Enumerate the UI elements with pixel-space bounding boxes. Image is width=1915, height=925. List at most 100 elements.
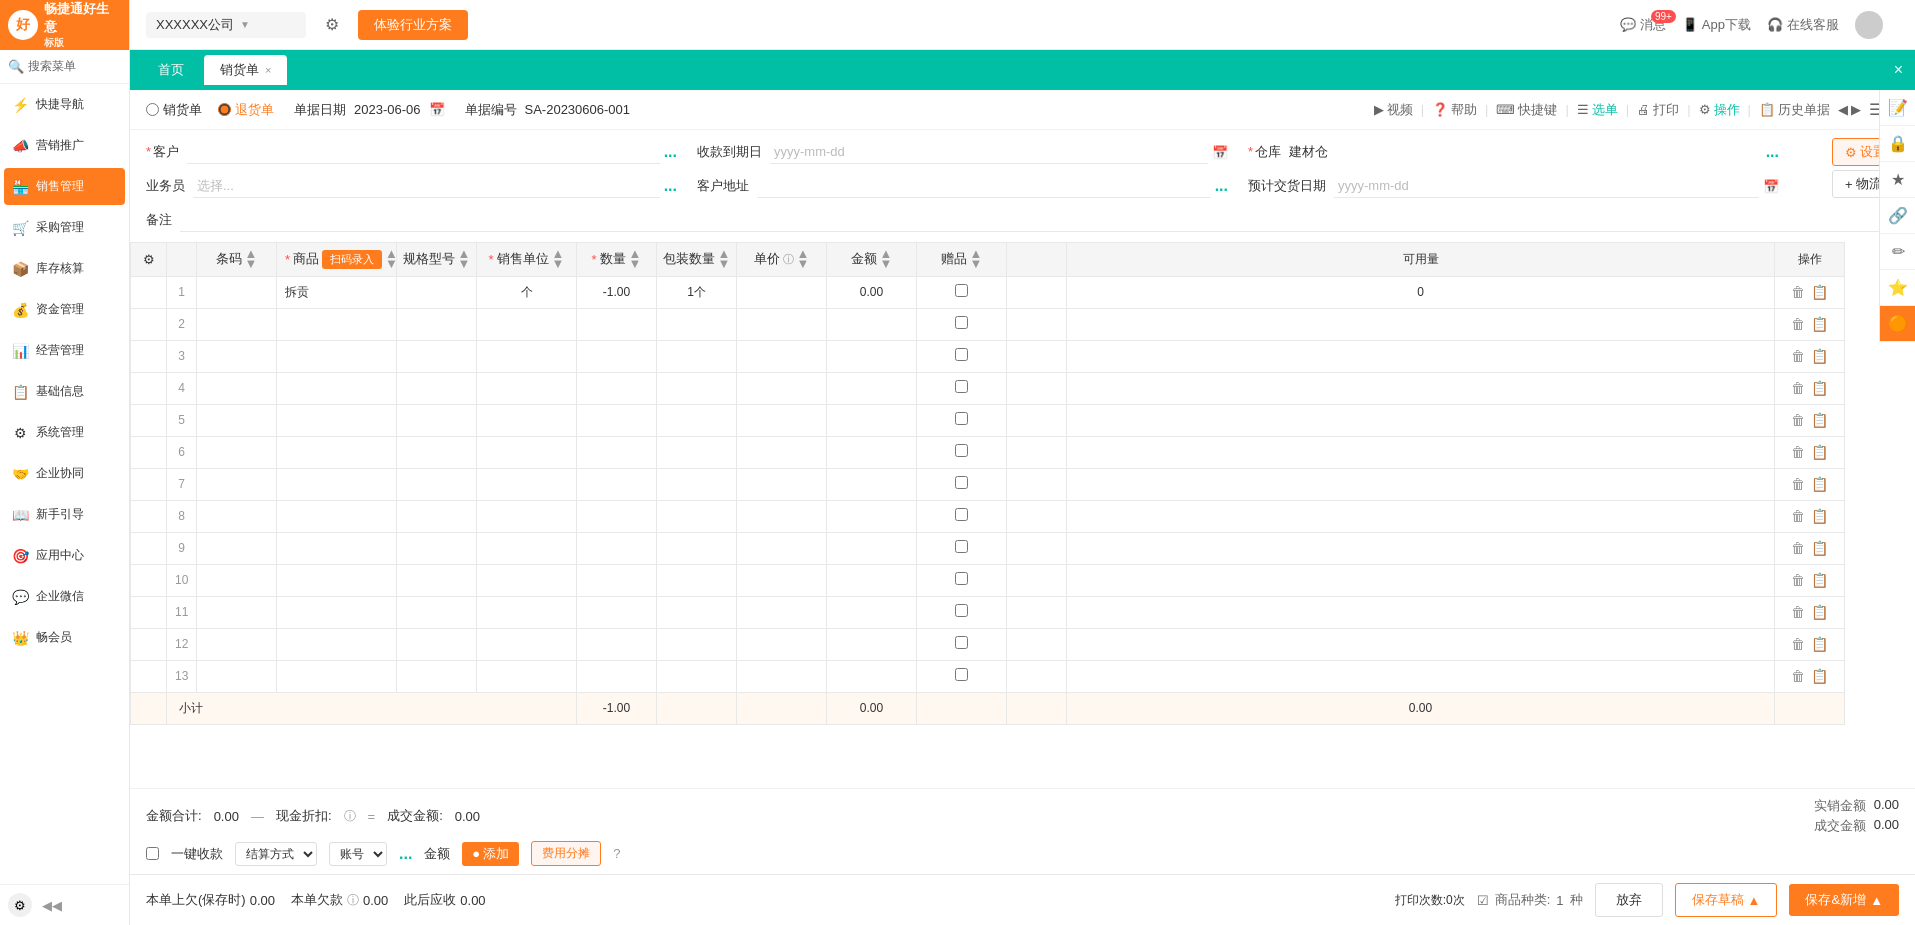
delete-row-btn-10[interactable]: 🗑 xyxy=(1791,572,1805,588)
right-panel-note-btn[interactable]: 📝 xyxy=(1880,90,1915,126)
shortcut-btn[interactable]: ⌨ 快捷键 xyxy=(1496,101,1557,119)
gift-checkbox-2[interactable] xyxy=(955,316,968,329)
save-new-btn[interactable]: 保存&新增 ▲ xyxy=(1789,884,1899,916)
gift-checkbox-3[interactable] xyxy=(955,348,968,361)
history-order-btn[interactable]: 📋 历史单据 xyxy=(1759,101,1830,119)
gift-checkbox-6[interactable] xyxy=(955,444,968,457)
date-picker-icon[interactable]: 📅 xyxy=(429,102,445,117)
gift-checkbox-5[interactable] xyxy=(955,412,968,425)
sidebar-item-sales[interactable]: 🏪 销售管理 xyxy=(4,168,125,205)
radio-sales-order[interactable]: 销货单 xyxy=(146,101,202,119)
copy-row-btn-3[interactable]: 📋 xyxy=(1811,348,1828,364)
copy-row-btn-5[interactable]: 📋 xyxy=(1811,412,1828,428)
th-qty[interactable]: * 数量 ▲▼ xyxy=(577,243,657,277)
sidebar-item-basic-info[interactable]: 📋 基础信息 xyxy=(4,373,125,410)
th-unit[interactable]: * 销售单位 ▲▼ xyxy=(477,243,577,277)
delete-row-btn-5[interactable]: 🗑 xyxy=(1791,412,1805,428)
delete-row-btn-13[interactable]: 🗑 xyxy=(1791,668,1805,684)
gift-checkbox-12[interactable] xyxy=(955,636,968,649)
sidebar-item-marketing[interactable]: 📣 营销推广 xyxy=(4,127,125,164)
right-panel-star-btn[interactable]: ⭐ xyxy=(1880,270,1915,306)
copy-row-btn-11[interactable]: 📋 xyxy=(1811,604,1828,620)
sidebar-item-wechat[interactable]: 💬 企业微信 xyxy=(4,578,125,615)
app-download-btn[interactable]: 📱 App下载 xyxy=(1682,16,1751,34)
warehouse-dots-btn[interactable]: ... xyxy=(1766,143,1779,161)
col-settings-icon[interactable]: ⚙ xyxy=(143,252,155,267)
right-panel-orange-btn[interactable]: 🟠 xyxy=(1880,306,1915,342)
message-btn[interactable]: 💬 消息 99+ xyxy=(1620,16,1666,34)
radio-return-order[interactable]: 退货单 xyxy=(218,101,274,119)
account-dots-btn[interactable]: ... xyxy=(399,845,412,863)
copy-row-btn-7[interactable]: 📋 xyxy=(1811,476,1828,492)
right-panel-link-btn[interactable]: 🔗 xyxy=(1880,198,1915,234)
copy-row-btn-13[interactable]: 📋 xyxy=(1811,668,1828,684)
print-btn[interactable]: 🖨 打印 xyxy=(1637,101,1679,119)
copy-row-btn-8[interactable]: 📋 xyxy=(1811,508,1828,524)
delete-row-btn-2[interactable]: 🗑 xyxy=(1791,316,1805,332)
right-panel-edit-btn[interactable]: ✏ xyxy=(1880,234,1915,270)
tab-sales-order[interactable]: 销货单 × xyxy=(204,55,287,85)
help-btn[interactable]: ❓ 帮助 xyxy=(1432,101,1477,119)
sidebar-item-inventory[interactable]: 📦 库存核算 xyxy=(4,250,125,287)
gift-checkbox-1[interactable] xyxy=(955,284,968,297)
sidebar-item-operations[interactable]: 📊 经营管理 xyxy=(4,332,125,369)
th-amount[interactable]: 金额 ▲▼ xyxy=(827,243,917,277)
th-price[interactable]: 单价 ⓘ ▲▼ xyxy=(737,243,827,277)
footer-help-icon[interactable]: ? xyxy=(613,846,620,861)
customer-input[interactable] xyxy=(187,140,660,164)
delete-row-btn-8[interactable]: 🗑 xyxy=(1791,508,1805,524)
gift-checkbox-8[interactable] xyxy=(955,508,968,521)
copy-row-btn-1[interactable]: 📋 xyxy=(1811,284,1828,300)
settle-method-select[interactable]: 结算方式 xyxy=(235,842,317,866)
sidebar-item-finance[interactable]: 💰 资金管理 xyxy=(4,291,125,328)
gift-checkbox-4[interactable] xyxy=(955,380,968,393)
copy-row-btn-4[interactable]: 📋 xyxy=(1811,380,1828,396)
expected-date-calendar-icon[interactable]: 📅 xyxy=(1763,179,1779,194)
expected-date-input[interactable] xyxy=(1334,174,1759,198)
expense-split-btn[interactable]: 费用分摊 xyxy=(531,841,601,866)
salesman-input[interactable] xyxy=(193,174,660,198)
delete-row-btn-3[interactable]: 🗑 xyxy=(1791,348,1805,364)
experience-btn[interactable]: 体验行业方案 xyxy=(358,10,468,40)
sidebar-item-system[interactable]: ⚙ 系统管理 xyxy=(4,414,125,451)
one-click-collect-checkbox[interactable] xyxy=(146,847,159,860)
prev-btn[interactable]: ◀ xyxy=(1838,102,1848,117)
delete-row-btn-11[interactable]: 🗑 xyxy=(1791,604,1805,620)
menu-select-btn[interactable]: ☰ 选单 xyxy=(1577,101,1618,119)
delete-row-btn-7[interactable]: 🗑 xyxy=(1791,476,1805,492)
sidebar-item-guide[interactable]: 📖 新手引导 xyxy=(4,496,125,533)
sidebar-item-app-center[interactable]: 🎯 应用中心 xyxy=(4,537,125,574)
topbar-settings-btn[interactable]: ⚙ xyxy=(318,11,346,39)
tab-home[interactable]: 首页 xyxy=(142,55,200,85)
scan-barcode-btn[interactable]: 扫码录入 xyxy=(322,250,382,269)
next-btn[interactable]: ▶ xyxy=(1851,102,1861,117)
sidebar-item-quick-nav[interactable]: ⚡ 快捷导航 xyxy=(4,86,125,123)
operation-btn[interactable]: ⚙ 操作 xyxy=(1699,101,1740,119)
salesman-dots-btn[interactable]: ... xyxy=(664,177,677,195)
delete-row-btn-6[interactable]: 🗑 xyxy=(1791,444,1805,460)
copy-row-btn-2[interactable]: 📋 xyxy=(1811,316,1828,332)
delete-row-btn-12[interactable]: 🗑 xyxy=(1791,636,1805,652)
delete-row-btn-4[interactable]: 🗑 xyxy=(1791,380,1805,396)
copy-row-btn-10[interactable]: 📋 xyxy=(1811,572,1828,588)
customer-addr-input[interactable] xyxy=(757,174,1211,198)
price-info-icon[interactable]: ⓘ xyxy=(783,252,794,267)
company-selector[interactable]: XXXXXX公司 ▼ xyxy=(146,12,306,38)
gift-checkbox-9[interactable] xyxy=(955,540,968,553)
sidebar-item-purchase[interactable]: 🛒 采购管理 xyxy=(4,209,125,246)
account-select[interactable]: 账号 xyxy=(329,842,387,866)
payment-due-calendar-icon[interactable]: 📅 xyxy=(1212,145,1228,160)
copy-row-btn-9[interactable]: 📋 xyxy=(1811,540,1828,556)
sidebar-collapse-btn[interactable]: ◀◀ xyxy=(40,893,64,917)
save-draft-btn[interactable]: 保存草稿 ▲ xyxy=(1675,883,1778,917)
th-pack-qty[interactable]: 包装数量 ▲▼ xyxy=(657,243,737,277)
video-help-btn[interactable]: ▶ 视频 xyxy=(1374,101,1413,119)
tab-close-btn[interactable]: × xyxy=(265,64,271,76)
th-product[interactable]: * 商品 扫码录入 ▲▼ xyxy=(277,243,397,277)
delete-row-btn-1[interactable]: 🗑 xyxy=(1791,284,1805,300)
customer-addr-dots-btn[interactable]: ... xyxy=(1215,177,1228,195)
payment-due-input[interactable] xyxy=(770,140,1208,164)
search-menu[interactable]: 🔍 搜索菜单 xyxy=(0,50,129,84)
gift-checkbox-11[interactable] xyxy=(955,604,968,617)
customer-dots-btn[interactable]: ... xyxy=(664,143,677,161)
